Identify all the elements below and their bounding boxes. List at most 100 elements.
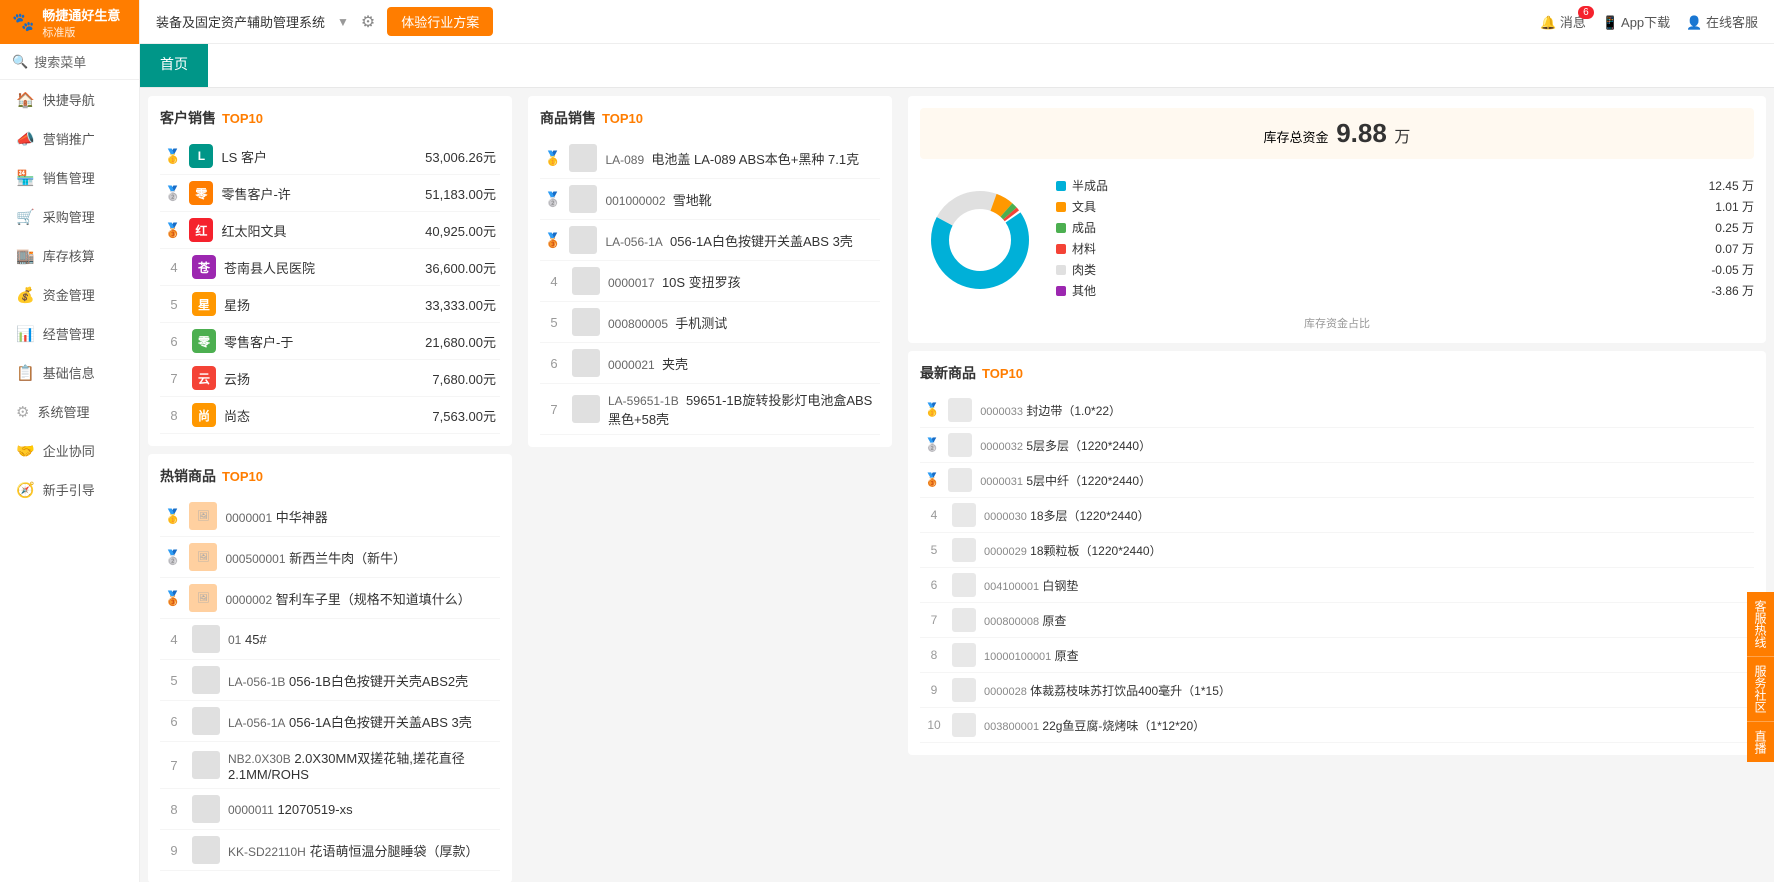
sidebar-item-finance[interactable]: 💰资金管理: [0, 275, 139, 314]
product-info: LA-056-1A 056-1A白色按键开关盖ABS 3壳: [605, 231, 876, 250]
product-thumb: [952, 608, 976, 632]
experience-btn[interactable]: 体验行业方案: [387, 7, 493, 36]
latest-product-item: 40000030 18多层（1220*2440）: [920, 498, 1754, 533]
legend-dot: [1056, 286, 1066, 296]
legend-label: 肉类: [1072, 261, 1705, 278]
legend-label: 成品: [1072, 219, 1709, 236]
product-sales-list: 🥇LA-089 电池盖 LA-089 ABS本色+黑种 7.1克🥈0010000…: [540, 138, 880, 435]
product-thumb: [192, 666, 220, 694]
service-community[interactable]: 服务社区: [1747, 657, 1774, 722]
rank-name: 红太阳文具: [221, 221, 417, 240]
legend-item: 肉类-0.05 万: [1056, 261, 1754, 278]
product-info: 0000017 10S 变扭罗孩: [608, 272, 876, 291]
app-download[interactable]: 📱 App下载: [1602, 12, 1670, 31]
product-info: 0000032 5层多层（1220*2440）: [980, 437, 1750, 454]
sidebar-nav-label: 资金管理: [43, 285, 95, 304]
product-thumb: [952, 678, 976, 702]
hot-product-item: 🥉🖼0000002 智利车子里（规格不知道填什么）: [160, 578, 500, 619]
rank-name: 云扬: [224, 369, 424, 388]
medal-icon: 🥈: [164, 185, 181, 202]
medal-icon: 🥈: [924, 437, 940, 453]
legend-item: 半成品12.45 万: [1056, 177, 1754, 194]
product-sale-item: 🥈001000002 雪地靴: [540, 179, 880, 220]
message-btn[interactable]: 🔔 消息 6: [1540, 12, 1586, 31]
online-service-label: 在线客服: [1706, 15, 1758, 30]
quick-nav-icon: 🏠: [16, 91, 35, 109]
logo-text: 畅捷通好生意: [42, 5, 120, 24]
latest-product-item: 810000100001 原查: [920, 638, 1754, 673]
sidebar-nav-label: 销售管理: [43, 168, 95, 187]
product-info: 0000002 智利车子里（规格不知道填什么）: [225, 589, 496, 608]
sidebar-item-enterprise[interactable]: 🤝企业协同: [0, 431, 139, 470]
rank-avatar: 苍: [192, 255, 216, 279]
sidebar-item-new-guide[interactable]: 🧭新手引导: [0, 470, 139, 509]
medal-icon: 🥉: [924, 472, 940, 488]
rank-num: 4: [924, 508, 944, 522]
medal-icon: 🥈: [544, 191, 561, 208]
product-info: 0000011 12070519-xs: [228, 802, 496, 817]
ranking-item: 5 星 星扬 33,333.00元: [160, 286, 500, 323]
sidebar-nav-label: 库存核算: [43, 246, 95, 265]
product-info: 0000021 夹壳: [608, 354, 876, 373]
product-info: 0000028 体裁荔枝味苏打饮品400毫升（1*15）: [984, 682, 1750, 699]
legend-value: -3.86 万: [1711, 282, 1754, 299]
legend-value: 0.07 万: [1715, 240, 1754, 257]
inventory-total-value: 9.88: [1336, 118, 1387, 148]
search-menu-label: 搜索菜单: [34, 52, 86, 71]
sidebar-item-sys-manage[interactable]: ⚙系统管理: [0, 392, 139, 431]
rank-amount: 21,680.00元: [425, 332, 496, 351]
center-panel: 商品销售 TOP10 🥇LA-089 电池盖 LA-089 ABS本色+黑种 7…: [520, 88, 900, 882]
latest-product-item: 🥈 0000032 5层多层（1220*2440）: [920, 428, 1754, 463]
rank-name: 零售客户-许: [221, 184, 417, 203]
search-menu[interactable]: 🔍 搜索菜单: [0, 44, 139, 80]
service-icon: 👤: [1686, 15, 1702, 30]
marketing-icon: 📣: [16, 130, 35, 148]
product-thumb: [948, 433, 972, 457]
product-info: 003800001 22g鱼豆腐-烧烤味（1*12*20）: [984, 717, 1750, 734]
online-service[interactable]: 👤 在线客服: [1686, 12, 1758, 31]
float-service: 客服热线 服务社区 直播: [1747, 592, 1774, 762]
live-stream[interactable]: 直播: [1747, 722, 1774, 762]
rank-num: 6: [164, 334, 184, 349]
tab-home[interactable]: 首页: [140, 44, 208, 87]
app-download-label: App下载: [1621, 15, 1670, 30]
hot-product-item: 9KK-SD22110H 花语萌恒温分腿睡袋（厚款）: [160, 830, 500, 871]
sidebar-item-inventory[interactable]: 🏬库存核算: [0, 236, 139, 275]
latest-product-item: 90000028 体裁荔枝味苏打饮品400毫升（1*15）: [920, 673, 1754, 708]
product-thumb: [192, 836, 220, 864]
rank-amount: 51,183.00元: [425, 184, 496, 203]
sidebar-item-base-info[interactable]: 📋基础信息: [0, 353, 139, 392]
rank-num: 6: [164, 714, 184, 729]
latest-product-item: 50000029 18颗粒板（1220*2440）: [920, 533, 1754, 568]
sidebar-item-marketing[interactable]: 📣营销推广: [0, 119, 139, 158]
product-thumb: [952, 573, 976, 597]
settings-icon[interactable]: ⚙: [361, 12, 375, 32]
product-info: 10000100001 原查: [984, 647, 1750, 664]
rank-name: 零售客户-于: [224, 332, 417, 351]
sidebar-item-operations[interactable]: 📊经营管理: [0, 314, 139, 353]
product-thumb: [192, 795, 220, 823]
medal-icon: 🥉: [164, 590, 181, 607]
latest-product-item: 7000800008 原查: [920, 603, 1754, 638]
hot-product-item: 🥇🖼0000001 中华神器: [160, 496, 500, 537]
rank-name: LS 客户: [221, 147, 417, 166]
service-hotline[interactable]: 客服热线: [1747, 592, 1774, 657]
sidebar-nav-label: 基础信息: [43, 363, 95, 382]
rank-num: 8: [164, 802, 184, 817]
sidebar-item-sales[interactable]: 🏪销售管理: [0, 158, 139, 197]
latest-product-item: 🥉0000031 5层中纤（1220*2440）: [920, 463, 1754, 498]
latest-products-panel: 最新商品 TOP10 🥇0000033 封边带（1.0*22）🥈0000032 …: [908, 351, 1766, 755]
enterprise-icon: 🤝: [16, 442, 35, 460]
product-sale-item: 5000800005 手机测试: [540, 302, 880, 343]
product-info: 0000029 18颗粒板（1220*2440）: [984, 542, 1750, 559]
inventory-total: 库存总资金 9.88 万: [920, 108, 1754, 159]
sidebar-item-purchase[interactable]: 🛒采购管理: [0, 197, 139, 236]
rank-amount: 7,563.00元: [432, 406, 496, 425]
dropdown-icon[interactable]: ▼: [337, 15, 349, 29]
product-thumb: [572, 395, 600, 423]
latest-products-title: 最新商品 TOP10: [920, 363, 1754, 383]
sidebar-item-quick-nav[interactable]: 🏠快捷导航: [0, 80, 139, 119]
hot-product-item: 🥈🖼000500001 新西兰牛肉（新牛）: [160, 537, 500, 578]
legend-item: 其他-3.86 万: [1056, 282, 1754, 299]
medal-icon: 🥉: [164, 222, 181, 239]
